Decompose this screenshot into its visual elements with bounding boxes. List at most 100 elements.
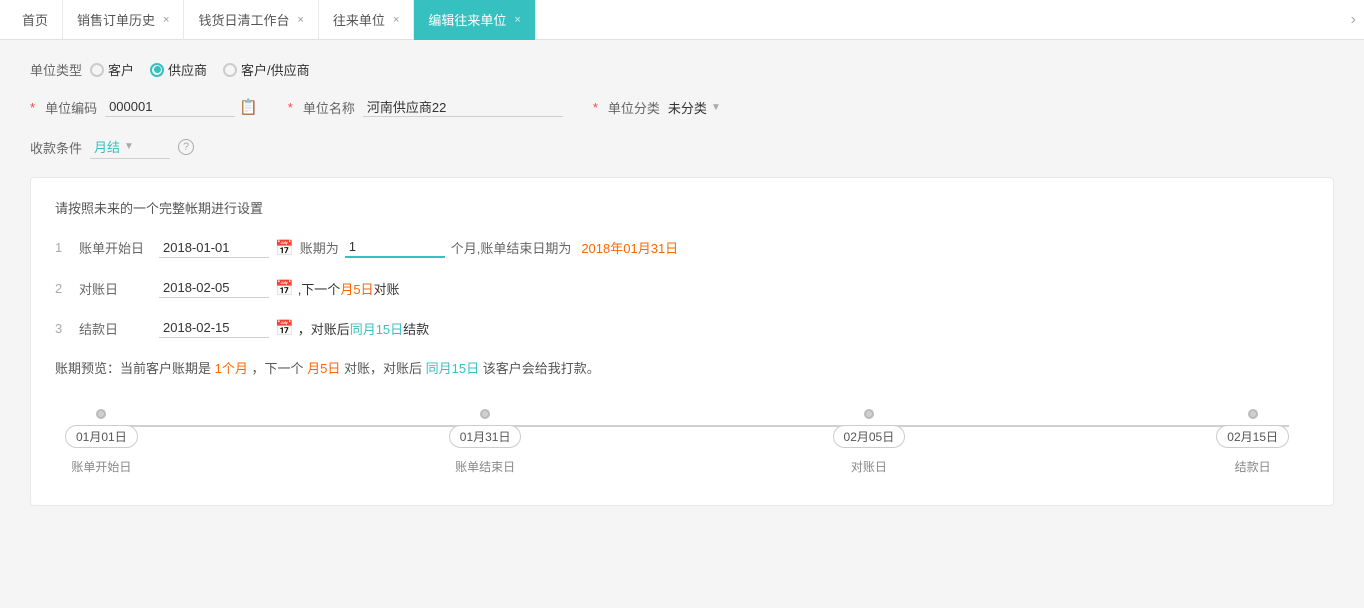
payment-cond-chevron-icon: ▼ [124, 141, 134, 152]
row-3-calendar-icon[interactable]: 📅 [275, 319, 294, 337]
row-3-num: 3 [55, 321, 79, 336]
tab-partner-close[interactable]: × [393, 14, 399, 26]
row-1-period-input[interactable] [345, 237, 445, 258]
tab-partner[interactable]: 往来单位 × [319, 0, 414, 40]
timeline-dot-3 [1248, 409, 1258, 419]
row-1-calendar-icon[interactable]: 📅 [275, 239, 294, 257]
timeline-point-3: 02月15日 结款日 [1216, 407, 1289, 475]
tab-home[interactable]: 首页 [8, 0, 63, 40]
preview-suffix: 该客户会给我打款。 [483, 361, 600, 376]
main-content: 单位类型 客户 供应商 客户/供应商 [0, 40, 1364, 600]
row-1-field: 账单开始日 [79, 238, 159, 257]
payment-cond-group: 收款条件 月结 ▼ ? [30, 135, 194, 159]
unit-type-label: 单位类型 [30, 60, 82, 79]
row-2-desc-suffix: 对账 [374, 279, 400, 298]
unit-name-label: 单位名称 [303, 98, 355, 117]
payment-cond-row: 收款条件 月结 ▼ ? [30, 135, 1334, 159]
row-3-field: 结款日 [79, 319, 159, 338]
tab-cash-work[interactable]: 钱货日清工作台 × [184, 0, 318, 40]
timeline-label-3: 结款日 [1235, 458, 1271, 475]
unit-name-input[interactable] [363, 97, 563, 117]
row-1-date-input[interactable] [159, 238, 269, 258]
row-1-num: 1 [55, 240, 79, 255]
row-2-date-input[interactable] [159, 278, 269, 298]
help-icon[interactable]: ? [178, 139, 194, 155]
tab-cash-work-close[interactable]: × [297, 14, 303, 26]
preview-highlight2: 月5日 [307, 361, 340, 376]
timeline-label-1: 账单结束日 [455, 458, 515, 475]
preview-mid2: 对账，对账后 [344, 361, 422, 376]
timeline-point-0: 01月01日 账单开始日 [65, 407, 138, 475]
row-2-date-wrap: 📅 [159, 278, 294, 298]
row-1-date-wrap: 📅 [159, 238, 294, 258]
timeline-dot-0 [96, 409, 106, 419]
unit-code-group: * 单位编码 📋 [30, 97, 258, 117]
tabs-bar: 首页 销售订单历史 × 钱货日清工作台 × 往来单位 × 编辑往来单位 × › [0, 0, 1364, 40]
section-title: 请按照未来的一个完整帐期进行设置 [55, 198, 1309, 217]
tab-cash-work-label: 钱货日清工作台 [198, 10, 289, 29]
row-1-period-unit-prefix: 个月,账单结束日期为 [451, 238, 572, 257]
unit-code-star: * [30, 100, 35, 115]
unit-info-row: * 单位编码 📋 * 单位名称 * 单位分类 未分类 ▼ [30, 97, 1334, 117]
row-1-end-date: 2018年01月31日 [581, 238, 678, 257]
unit-classify-star: * [593, 100, 598, 115]
section-box: 请按照未来的一个完整帐期进行设置 1 账单开始日 📅 账期为 个月,账单结束日期… [30, 177, 1334, 506]
row-3-desc-highlight: 同月15日 [350, 319, 403, 338]
timeline-date-2: 02月05日 [833, 425, 906, 448]
row-2-desc-prefix: ,下一个 [298, 279, 341, 298]
payment-cond-select[interactable]: 月结 ▼ [90, 135, 170, 159]
timeline-dot-2 [864, 409, 874, 419]
tab-edit-partner[interactable]: 编辑往来单位 × [414, 0, 535, 40]
timeline-dot-1 [480, 409, 490, 419]
radio-supplier[interactable]: 供应商 [150, 60, 207, 79]
row-2-desc-highlight: 月5日 [340, 279, 373, 298]
tabs-chevron-icon[interactable]: › [1351, 11, 1356, 29]
unit-classify-chevron-icon: ▼ [711, 102, 721, 113]
timeline-label-2: 对账日 [851, 458, 887, 475]
row-2-calendar-icon[interactable]: 📅 [275, 279, 294, 297]
preview-prefix: 账期预览：当前客户账期是 [55, 361, 211, 376]
setting-row-3: 3 结款日 📅 ，对账后 同月15日 结款 [55, 318, 1309, 338]
radio-both-label: 客户/供应商 [241, 60, 310, 79]
unit-code-lookup-icon[interactable]: 📋 [239, 98, 258, 116]
unit-code-input[interactable] [105, 97, 235, 117]
unit-type-radios: 客户 供应商 客户/供应商 [90, 60, 310, 79]
timeline-date-1: 01月31日 [449, 425, 522, 448]
unit-classify-label: 单位分类 [608, 98, 660, 117]
radio-customer-label: 客户 [108, 60, 134, 79]
row-3-date-wrap: 📅 [159, 318, 294, 338]
radio-both[interactable]: 客户/供应商 [223, 60, 310, 79]
tab-sales-order-close[interactable]: × [163, 14, 169, 26]
radio-customer-circle [90, 63, 104, 77]
radio-both-circle [223, 63, 237, 77]
timeline-wrap: 01月01日 账单开始日 01月31日 账单结束日 02月05日 对账日 02月… [55, 397, 1309, 485]
radio-supplier-label: 供应商 [168, 60, 207, 79]
timeline-date-0: 01月01日 [65, 425, 138, 448]
unit-code-input-wrap: 📋 [105, 97, 258, 117]
preview-highlight1: 1个月 [215, 361, 248, 376]
tab-sales-order[interactable]: 销售订单历史 × [63, 0, 184, 40]
row-2-field: 对账日 [79, 279, 159, 298]
timeline-point-2: 02月05日 对账日 [833, 407, 906, 475]
tab-home-label: 首页 [22, 10, 48, 29]
unit-classify-select[interactable]: 未分类 ▼ [668, 98, 748, 117]
preview-highlight3: 同月15日 [426, 361, 479, 376]
unit-name-group: * 单位名称 [288, 97, 563, 117]
radio-supplier-circle [150, 63, 164, 77]
unit-classify-group: * 单位分类 未分类 ▼ [593, 98, 748, 117]
tab-partner-label: 往来单位 [333, 10, 385, 29]
row-3-desc-prefix: ，对账后 [298, 319, 350, 338]
row-2-num: 2 [55, 281, 79, 296]
tab-edit-partner-close[interactable]: × [514, 14, 520, 26]
payment-cond-value: 月结 [94, 137, 120, 156]
unit-type-row: 单位类型 客户 供应商 客户/供应商 [30, 60, 1334, 79]
timeline-points: 01月01日 账单开始日 01月31日 账单结束日 02月05日 对账日 02月… [65, 407, 1289, 475]
radio-customer[interactable]: 客户 [90, 60, 134, 79]
payment-cond-label: 收款条件 [30, 138, 82, 157]
tab-edit-partner-label: 编辑往来单位 [428, 10, 506, 29]
row-3-date-input[interactable] [159, 318, 269, 338]
unit-type-group: 单位类型 客户 供应商 客户/供应商 [30, 60, 310, 79]
tab-sales-order-label: 销售订单历史 [77, 10, 155, 29]
unit-code-label: 单位编码 [45, 98, 97, 117]
preview-text: 账期预览：当前客户账期是 1个月 ，下一个 月5日 对账，对账后 同月15日 该… [55, 358, 1309, 377]
